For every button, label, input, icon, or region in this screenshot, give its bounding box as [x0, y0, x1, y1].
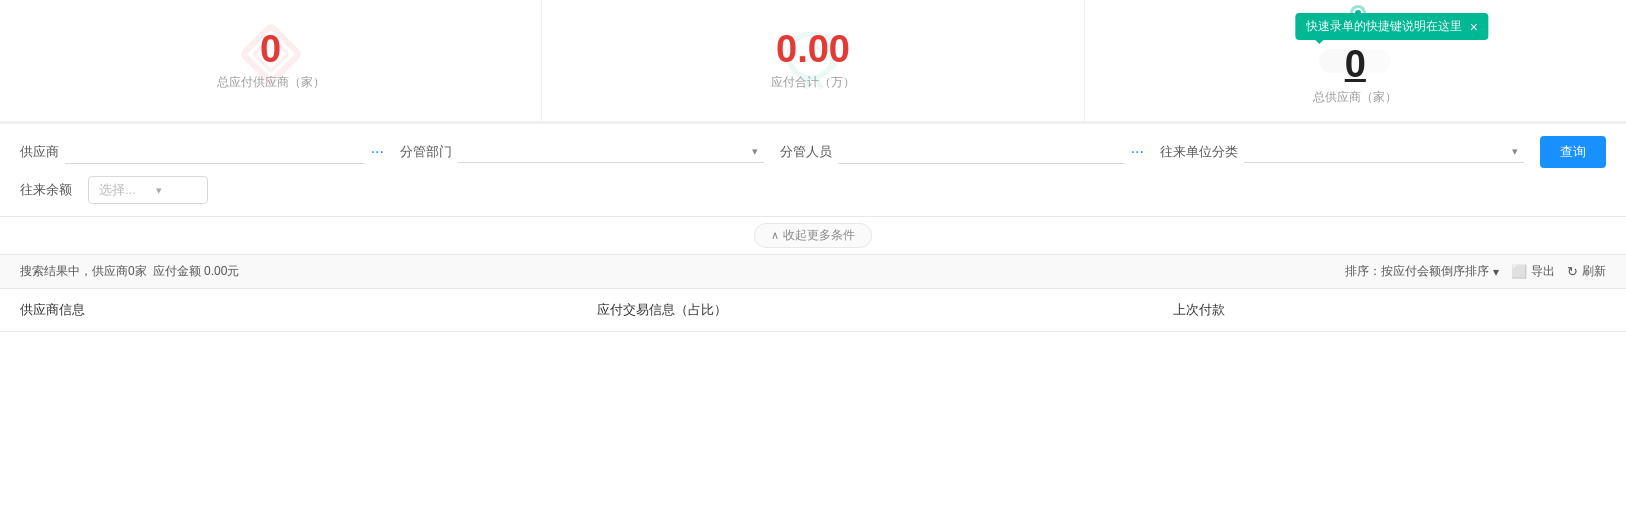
col-header-lastpay: 上次付款: [1173, 301, 1606, 319]
filter-row-2: 往来余额 选择... ▾: [20, 176, 1606, 204]
unit-category-select[interactable]: ▾: [1244, 141, 1524, 163]
amount-label: 往来余额: [20, 181, 72, 199]
filter-unit-category: 往来单位分类 ▾: [1160, 141, 1524, 163]
refresh-icon: ↻: [1567, 264, 1578, 279]
stat-number-total: 0.00: [771, 30, 855, 68]
refresh-button[interactable]: ↻ 刷新: [1567, 263, 1606, 280]
query-button[interactable]: 查询: [1540, 136, 1606, 168]
stat-total-payable-suppliers: 0 总应付供应商（家）: [0, 0, 542, 121]
stat-label-suppliers: 总供应商（家）: [1313, 89, 1397, 106]
result-amount-summary: 应付金额 0.00元: [153, 263, 240, 280]
sort-arrow-icon: ▾: [1493, 265, 1499, 279]
result-bar: 搜索结果中，供应商0家 应付金额 0.00元 排序：按应付会额倒序排序 ▾ ⬜ …: [0, 255, 1626, 289]
department-arrow: ▾: [752, 145, 758, 158]
export-icon: ⬜: [1511, 264, 1527, 279]
department-label: 分管部门: [400, 143, 452, 161]
filter-area: 供应商 ··· 分管部门 ▾ 分管人员 ··· 往来单位分类 ▾: [0, 124, 1626, 217]
filter-row-1: 供应商 ··· 分管部门 ▾ 分管人员 ··· 往来单位分类 ▾: [20, 136, 1606, 168]
collapse-bar: ∧ 收起更多条件: [0, 217, 1626, 255]
amount-placeholder: 选择...: [99, 181, 136, 199]
table-header: 供应商信息 应付交易信息（占比） 上次付款: [0, 289, 1626, 332]
col-header-supplier: 供应商信息: [20, 301, 597, 319]
result-left: 搜索结果中，供应商0家 应付金额 0.00元: [20, 263, 239, 280]
result-summary: 搜索结果中，供应商0家: [20, 263, 147, 280]
tooltip-text: 快速录单的快捷键说明在这里: [1306, 18, 1462, 35]
supplier-input[interactable]: [65, 140, 365, 164]
top-stats-panel: 0 总应付供应商（家） 0.00 应付合计（万） 快速录单的快捷键说明在这里: [0, 0, 1626, 124]
supplier-dots[interactable]: ···: [371, 143, 384, 161]
stat-content-2: 0.00 应付合计（万）: [771, 30, 855, 91]
stat-total-suppliers: 快速录单的快捷键说明在这里 × 0 总供应商（家）: [1085, 0, 1626, 121]
stat-label-payable: 总应付供应商（家）: [217, 74, 325, 91]
stat-content-1: 0 总应付供应商（家）: [217, 30, 325, 91]
result-right: 排序：按应付会额倒序排序 ▾ ⬜ 导出 ↻ 刷新: [1345, 263, 1606, 280]
collapse-button[interactable]: ∧ 收起更多条件: [754, 223, 872, 248]
table-body: [0, 332, 1626, 515]
filter-manager: 分管人员 ···: [780, 140, 1144, 164]
unit-category-label: 往来单位分类: [1160, 143, 1238, 161]
manager-label: 分管人员: [780, 143, 832, 161]
tooltip-close-button[interactable]: ×: [1470, 20, 1478, 34]
sort-select[interactable]: 排序：按应付会额倒序排序 ▾: [1345, 263, 1499, 280]
filter-department: 分管部门 ▾: [400, 141, 764, 163]
stat-payable-total: 0.00 应付合计（万）: [542, 0, 1084, 121]
manager-input[interactable]: [838, 140, 1125, 164]
sort-label: 排序：按应付会额倒序排序: [1345, 263, 1489, 280]
department-select[interactable]: ▾: [458, 141, 764, 163]
stat-number-payable: 0: [217, 30, 325, 68]
stat-number-suppliers: 0: [1313, 45, 1397, 83]
amount-select[interactable]: 选择... ▾: [88, 176, 208, 204]
manager-dots[interactable]: ···: [1131, 143, 1144, 161]
unit-category-arrow: ▾: [1512, 145, 1518, 158]
stat-label-total: 应付合计（万）: [771, 74, 855, 91]
amount-arrow: ▾: [156, 184, 162, 197]
tooltip-bubble: 快速录单的快捷键说明在这里 ×: [1296, 13, 1488, 40]
collapse-label: 收起更多条件: [783, 227, 855, 244]
stat-content-3: 0 总供应商（家）: [1313, 45, 1397, 106]
filter-supplier: 供应商 ···: [20, 140, 384, 164]
export-button[interactable]: ⬜ 导出: [1511, 263, 1555, 280]
collapse-up-icon: ∧: [771, 229, 779, 242]
export-label: 导出: [1531, 263, 1555, 280]
refresh-label: 刷新: [1582, 263, 1606, 280]
col-header-transaction: 应付交易信息（占比）: [597, 301, 1174, 319]
supplier-label: 供应商: [20, 143, 59, 161]
